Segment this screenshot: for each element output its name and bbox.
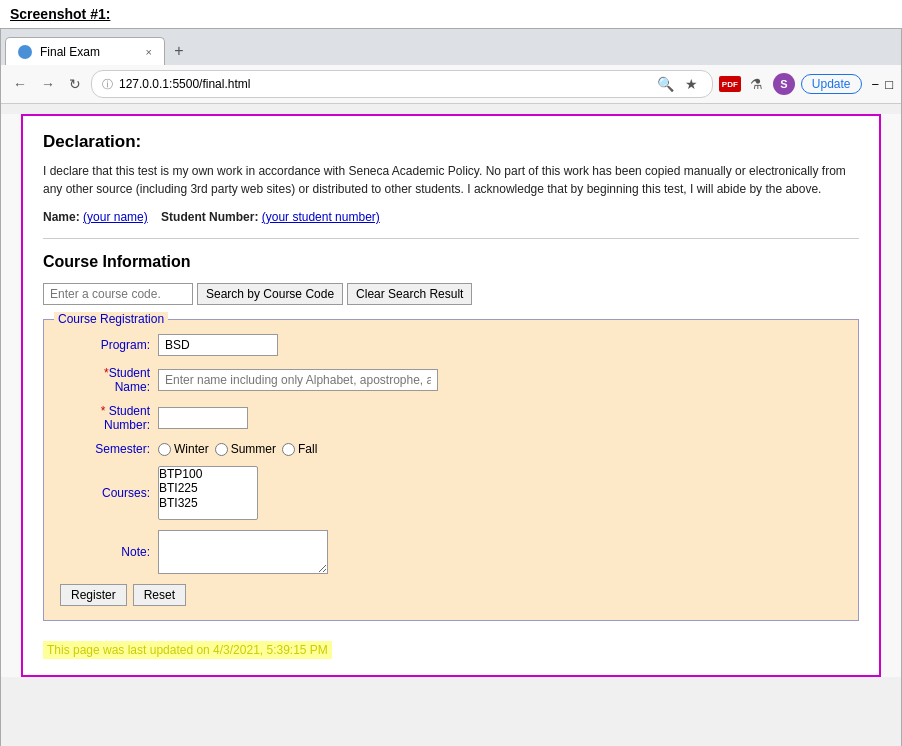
note-row: Note: (60, 530, 842, 574)
student-name-row: *StudentName: (60, 366, 842, 394)
student-name-input[interactable] (158, 369, 438, 391)
name-value-link[interactable]: (your name) (83, 210, 148, 224)
tab-bar: Final Exam × + (1, 29, 901, 65)
course-option-bti325[interactable]: BTI325 (159, 496, 257, 510)
name-label: Name: (43, 210, 80, 224)
course-registration-box: Course Registration Program: *StudentNam… (43, 319, 859, 621)
semester-summer-radio[interactable] (215, 443, 228, 456)
address-input-field[interactable]: ⓘ 127.0.0.1:5500/final.html 🔍 ★ (91, 70, 713, 98)
update-button[interactable]: Update (801, 74, 862, 94)
declaration-text: I declare that this test is my own work … (43, 162, 859, 198)
content-wrapper: Declaration: I declare that this test is… (21, 114, 881, 677)
maximize-button[interactable]: □ (885, 77, 893, 92)
forward-button[interactable]: → (37, 74, 59, 94)
pdf-icon: PDF (719, 76, 741, 92)
student-number-label: * StudentNumber: (60, 404, 150, 432)
program-row: Program: (60, 334, 842, 356)
screenshot-label: Screenshot #1: (0, 0, 902, 28)
semester-fall-radio[interactable] (282, 443, 295, 456)
note-textarea[interactable] (158, 530, 328, 574)
student-number-value-link[interactable]: (your student number) (262, 210, 380, 224)
extensions-icon: ⚗ (747, 74, 767, 94)
search-by-course-code-button[interactable]: Search by Course Code (197, 283, 343, 305)
search-icon: 🔍 (656, 74, 676, 94)
clear-search-result-button[interactable]: Clear Search Result (347, 283, 472, 305)
bookmark-icon: ★ (682, 74, 702, 94)
form-buttons: Register Reset (60, 584, 842, 606)
reload-button[interactable]: ↻ (65, 74, 85, 94)
course-code-input[interactable] (43, 283, 193, 305)
declaration-section: Declaration: I declare that this test is… (43, 132, 859, 224)
program-label: Program: (60, 338, 150, 352)
semester-label: Semester: (60, 442, 150, 456)
semester-row: Semester: Winter Summer (60, 442, 842, 456)
courses-row: Courses: BTP100 BTI225 BTI325 (60, 466, 842, 520)
semester-fall-label: Fall (298, 442, 317, 456)
course-information-section: Course Information Search by Course Code… (43, 253, 859, 659)
minimize-button[interactable]: − (872, 77, 880, 92)
lock-icon: ⓘ (102, 77, 113, 92)
course-registration-legend: Course Registration (54, 312, 168, 326)
student-number-label: Student Number: (161, 210, 258, 224)
semester-options: Winter Summer Fall (158, 442, 317, 456)
courses-select[interactable]: BTP100 BTI225 BTI325 (158, 466, 258, 520)
browser-tab[interactable]: Final Exam × (5, 37, 165, 65)
tab-title: Final Exam (40, 45, 100, 59)
last-updated-text: This page was last updated on 4/3/2021, … (43, 641, 332, 659)
courses-label: Courses: (60, 486, 150, 500)
search-row: Search by Course Code Clear Search Resul… (43, 283, 859, 305)
student-number-req-star: * (101, 404, 106, 418)
new-tab-button[interactable]: + (165, 37, 193, 65)
tab-favicon-icon (18, 45, 32, 59)
register-button[interactable]: Register (60, 584, 127, 606)
back-button[interactable]: ← (9, 74, 31, 94)
student-name-req-star: * (104, 366, 109, 380)
declaration-fields: Name: (your name) Student Number: (your … (43, 210, 859, 224)
semester-winter-radio[interactable] (158, 443, 171, 456)
page-content: Declaration: I declare that this test is… (1, 114, 901, 677)
reset-button[interactable]: Reset (133, 584, 186, 606)
tab-close-icon[interactable]: × (146, 46, 152, 58)
section-divider (43, 238, 859, 239)
student-number-input[interactable] (158, 407, 248, 429)
address-bar: ← → ↻ ⓘ 127.0.0.1:5500/final.html 🔍 ★ PD… (1, 65, 901, 104)
semester-winter-option[interactable]: Winter (158, 442, 209, 456)
course-option-btp100[interactable]: BTP100 (159, 467, 257, 481)
profile-avatar[interactable]: S (773, 73, 795, 95)
course-option-bti225[interactable]: BTI225 (159, 481, 257, 495)
student-name-label: *StudentName: (60, 366, 150, 394)
student-number-row: * StudentNumber: (60, 404, 842, 432)
note-label: Note: (60, 545, 150, 559)
course-info-title: Course Information (43, 253, 859, 271)
semester-winter-label: Winter (174, 442, 209, 456)
last-updated-wrapper: This page was last updated on 4/3/2021, … (43, 631, 859, 659)
semester-summer-label: Summer (231, 442, 276, 456)
address-text: 127.0.0.1:5500/final.html (119, 77, 650, 91)
program-input[interactable] (158, 334, 278, 356)
semester-fall-option[interactable]: Fall (282, 442, 317, 456)
browser-window: Final Exam × + ← → ↻ ⓘ 127.0.0.1:5500/fi… (0, 28, 902, 746)
semester-summer-option[interactable]: Summer (215, 442, 276, 456)
declaration-title: Declaration: (43, 132, 859, 152)
